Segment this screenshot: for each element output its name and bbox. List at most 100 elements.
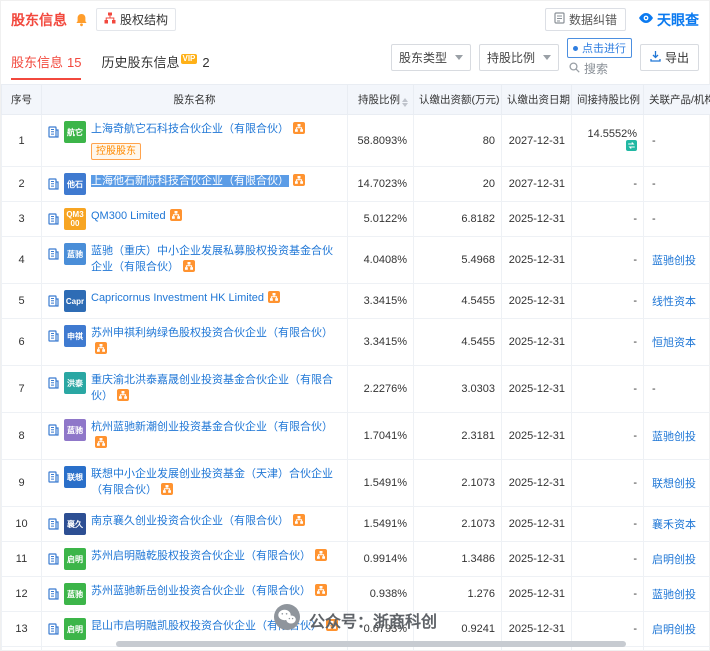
shareholder-name-link[interactable]: 上海他石新际科技合伙企业（有限合伙） [91,175,289,187]
indirect-ratio-cell: - [571,201,644,237]
header-ratio[interactable]: 持股比例 [347,84,414,115]
table-header-row: 序号 股东名称 持股比例 认缴出资额(万元) 认缴出资日期 间接持股比例 关联产… [1,84,710,115]
download-icon [650,50,661,65]
shareholder-type-dropdown[interactable]: 股东类型 [390,44,471,71]
tab-history-shareholder-info[interactable]: 历史股东信息 VIP 2 [101,52,210,80]
shareholder-logo[interactable]: 他石 [64,173,86,195]
shareholder-name-link[interactable]: 联想中小企业发展创业投资基金（天津）合伙企业（有限合伙） [91,468,333,496]
ratio-dropdown[interactable]: 持股比例 [478,44,559,71]
penetration-icon[interactable] [626,139,637,154]
company-building-icon[interactable] [48,552,59,568]
related-party-icon[interactable] [293,514,305,531]
shareholder-name-link[interactable]: 蓝驰（重庆）中小企业发展私募股权投资基金合伙企业（有限合伙） [91,245,333,273]
brand-logo[interactable]: 天眼查 [638,10,699,30]
export-label: 导出 [664,51,689,65]
company-building-icon[interactable] [48,423,59,439]
amount-cell: 2.1073 [413,506,502,542]
related-party-icon[interactable] [293,174,305,191]
related-party-icon[interactable] [268,291,281,308]
related-product-cell: - [643,201,710,237]
row-index: 9 [1,459,42,507]
related-party-icon[interactable] [95,342,107,359]
related-party-icon[interactable] [183,260,195,277]
related-product-cell: - [643,166,710,202]
header-date[interactable]: 认缴出资日期 [501,84,572,115]
company-building-icon[interactable] [48,376,59,392]
shareholder-name-link[interactable]: 南京襄久创业投资合伙企业（有限合伙） [91,515,289,527]
related-product-cell[interactable]: 蓝驰创投 [643,236,710,284]
table-row: 11 启明 苏州启明融乾股权投资合伙企业（有限合伙） 0.9914% 1.348… [1,541,710,577]
related-party-icon[interactable] [161,483,173,500]
shareholder-name-link[interactable]: Capricornus Investment HK Limited [91,292,264,304]
header-indirect-ratio: 间接持股比例 [571,84,644,115]
table-row: 1 航它 上海奇航它石科技合伙企业（有限合伙） 控股股东 58.8093% 80… [1,114,710,167]
search-tooltip-text: 点击进行 [581,43,626,55]
shareholder-logo[interactable]: Capr [64,290,86,312]
shareholder-name-link[interactable]: 苏州申祺利纳绿色股权投资合伙企业（有限合伙） [91,327,333,339]
company-building-icon[interactable] [48,177,59,193]
company-building-icon[interactable] [48,470,59,486]
shareholder-logo[interactable]: 洪泰 [64,372,86,394]
table-row: 4 蓝驰 蓝驰（重庆）中小企业发展私募股权投资基金合伙企业（有限合伙） 4.04… [1,236,710,284]
indirect-ratio-cell: - [571,283,644,319]
horizontal-scrollbar [1,640,710,648]
table-row: 3 QM300 QM300 Limited 5.0122% 6.8182 202… [1,201,710,237]
shareholder-name-link[interactable]: QM300 Limited [91,210,166,222]
date-cell: 2025-12-31 [501,506,572,542]
shareholder-logo[interactable]: 航它 [64,121,86,143]
date-cell: 2025-12-31 [501,365,572,413]
company-building-icon[interactable] [48,517,59,533]
company-building-icon[interactable] [48,587,59,603]
shareholder-logo[interactable]: 联想 [64,466,86,488]
shareholder-logo[interactable]: 襄久 [64,513,86,535]
shareholder-name-link[interactable]: 苏州蓝驰新岳创业投资合伙企业（有限合伙） [91,585,311,597]
related-party-icon[interactable] [95,436,107,453]
shareholder-logo[interactable]: 启明 [64,548,86,570]
ratio-cell: 1.7041% [347,412,414,460]
brand-eye-icon [638,11,654,28]
cursor-dot-icon [572,45,578,51]
shareholder-logo[interactable]: 蓝驰 [64,583,86,605]
company-building-icon[interactable] [48,247,59,263]
related-product-cell[interactable]: 联想创投 [643,459,710,507]
scrollbar-thumb[interactable] [116,641,626,647]
header-amount[interactable]: 认缴出资额(万元) [413,84,502,115]
company-building-icon[interactable] [48,212,59,228]
controlling-shareholder-badge: 控股股东 [91,143,141,160]
related-party-icon[interactable] [169,209,182,226]
tab-shareholder-info[interactable]: 股东信息 15 [11,52,82,80]
related-product-cell[interactable]: 恒旭资本 [643,318,710,366]
sort-icon[interactable] [402,98,408,107]
bell-icon[interactable] [75,13,88,27]
related-product-cell[interactable]: 蓝驰创投 [643,412,710,460]
company-building-icon[interactable] [48,294,59,310]
related-product-cell[interactable]: 启明创投 [643,541,710,577]
shareholder-logo[interactable]: 蓝驰 [64,419,86,441]
equity-structure-button[interactable]: 股权结构 [96,8,177,31]
data-correction-button[interactable]: 数据纠错 [544,8,626,31]
company-building-icon[interactable] [48,329,59,345]
search-input[interactable]: 搜索 [567,60,608,77]
row-index: 3 [1,201,42,237]
related-party-icon[interactable] [315,549,327,566]
row-index: 8 [1,412,42,460]
related-party-icon[interactable] [315,584,327,601]
company-building-icon[interactable] [48,125,59,141]
shareholder-name-link[interactable]: 苏州启明融乾股权投资合伙企业（有限合伙） [91,550,311,562]
export-button[interactable]: 导出 [639,44,699,71]
shareholder-logo[interactable]: QM300 [64,208,86,230]
shareholder-name-link[interactable]: 杭州蓝驰新潮创业投资基金合伙企业（有限合伙） [91,421,333,433]
related-product-cell[interactable]: 襄禾资本 [643,506,710,542]
equity-structure-icon [104,12,116,27]
related-product-cell[interactable]: 线性资本 [643,283,710,319]
brand-name: 天眼查 [657,11,699,28]
shareholder-name-link[interactable]: 上海奇航它石科技合伙企业（有限合伙） [91,123,289,135]
related-party-icon[interactable] [117,389,129,406]
date-cell: 2025-12-31 [501,541,572,577]
shareholder-logo[interactable]: 蓝驰 [64,243,86,265]
amount-cell: 5.4968 [413,236,502,284]
table-row: 9 联想 联想中小企业发展创业投资基金（天津）合伙企业（有限合伙） 1.5491… [1,459,710,507]
related-party-icon[interactable] [293,122,305,139]
shareholder-logo[interactable]: 申祺 [64,325,86,347]
shareholder-type-label: 股东类型 [398,51,447,65]
